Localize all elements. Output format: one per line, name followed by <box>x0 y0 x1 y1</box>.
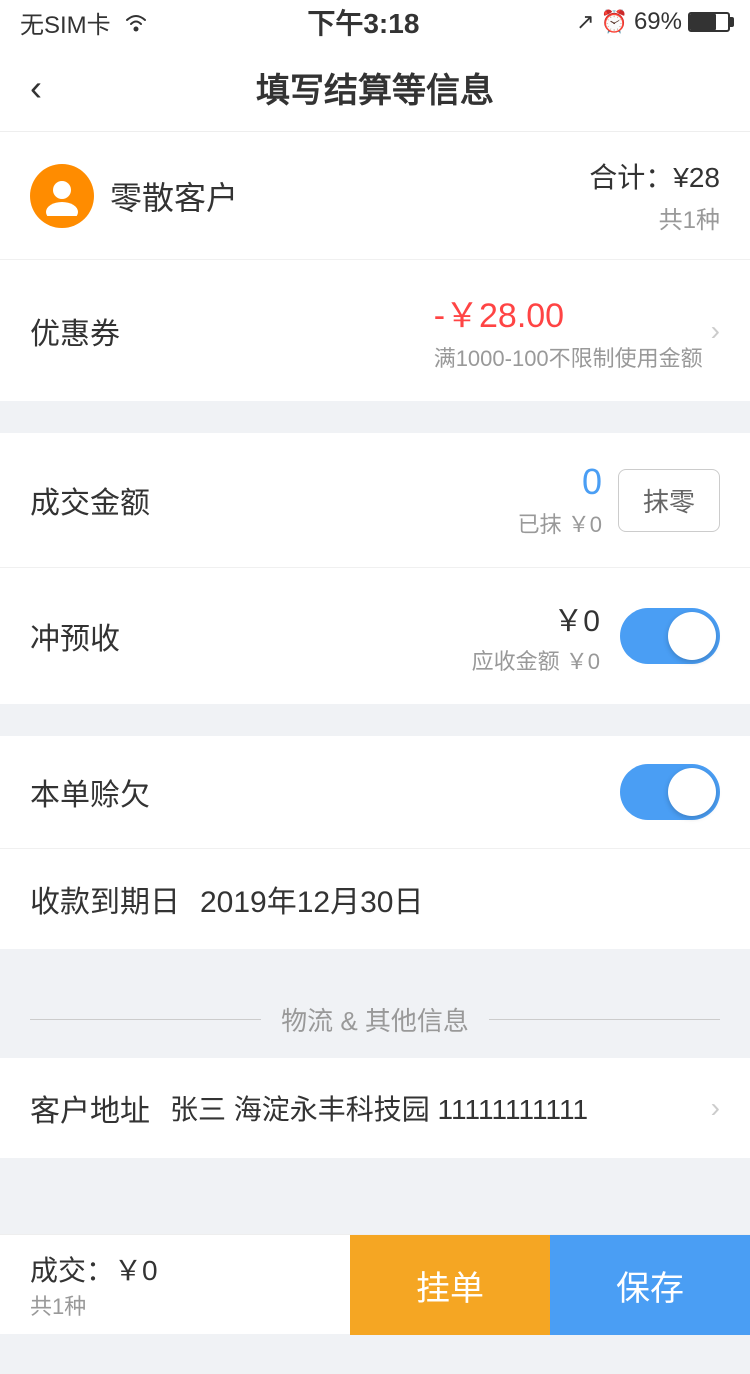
bottom-bar: 成交：￥0 共1种 挂单 保存 <box>0 1234 750 1334</box>
deal-value-wrap: 0 已抹 ￥0 <box>518 461 602 539</box>
toggle-knob <box>668 612 716 660</box>
logistics-divider <box>0 965 750 981</box>
user-icon <box>42 176 82 216</box>
debt-toggle-knob <box>668 768 716 816</box>
logistics-label: 物流 & 其他信息 <box>281 1001 469 1038</box>
customer-row: 零散客户 合计：¥28 共1种 <box>0 132 750 259</box>
hold-button[interactable]: 挂单 <box>350 1235 550 1335</box>
prereceipt-toggle[interactable] <box>620 608 720 664</box>
deal-right: 0 已抹 ￥0 抹零 <box>518 461 720 539</box>
round-down-button[interactable]: 抹零 <box>618 469 720 532</box>
section-divider-2 <box>0 720 750 736</box>
wifi-icon <box>121 11 151 33</box>
logistics-line-right <box>489 1019 720 1020</box>
prereceipt-amount-wrap: ￥0 应收金额 ￥0 <box>472 596 600 676</box>
address-row[interactable]: 客户地址 张三 海淀永丰科技园 11111111111 › <box>0 1058 750 1158</box>
prereceipt-sub: 应收金额 ￥0 <box>472 644 600 676</box>
bottom-count: 共1种 <box>30 1289 350 1321</box>
back-button[interactable]: ‹ <box>30 67 42 109</box>
status-icons: ↗ ⏰ 69% <box>576 8 730 36</box>
battery-icon <box>688 12 730 32</box>
duedate-value: 2019年12月30日 <box>200 877 423 921</box>
deal-amount-label: 成交金额 <box>30 478 150 522</box>
nav-title: 填写结算等信息 <box>256 63 494 112</box>
deal-amount-row: 成交金额 0 已抹 ￥0 抹零 <box>0 433 750 567</box>
logistics-header: 物流 & 其他信息 <box>0 981 750 1058</box>
duedate-label: 收款到期日 <box>30 877 180 921</box>
coupon-desc: 满1000-100不限制使用金额 <box>434 341 703 373</box>
no-sim-text: 无SIM卡 <box>20 5 111 40</box>
address-chevron-icon: › <box>711 1092 720 1124</box>
bottom-deal-label: 成交： <box>30 1255 114 1286</box>
logistics-line-left <box>30 1019 261 1020</box>
customer-section: 零散客户 合计：¥28 共1种 优惠券 -￥28.00 满1000-100不限制… <box>0 132 750 401</box>
coupon-right: -￥28.00 满1000-100不限制使用金额 › <box>434 288 720 373</box>
prereceipt-row: 冲预收 ￥0 应收金额 ￥0 <box>0 567 750 704</box>
prereceipt-amount: ￥0 <box>472 596 600 640</box>
battery-percent: 69% <box>634 8 682 36</box>
deal-value: 0 <box>518 461 602 503</box>
customer-left: 零散客户 <box>30 164 238 228</box>
customer-count: 共1种 <box>589 200 720 235</box>
address-label: 客户地址 <box>30 1086 150 1130</box>
debt-section: 本单赊欠 收款到期日 2019年12月30日 <box>0 736 750 949</box>
debt-toggle[interactable] <box>620 764 720 820</box>
prereceipt-right: ￥0 应收金额 ￥0 <box>472 596 720 676</box>
address-value: 张三 海淀永丰科技园 11111111111 <box>170 1088 711 1128</box>
bottom-deal: 成交：￥0 <box>30 1249 350 1289</box>
customer-avatar <box>30 164 94 228</box>
customer-total: 合计：¥28 <box>589 156 720 196</box>
customer-name: 零散客户 <box>110 173 238 219</box>
nav-bar: ‹ 填写结算等信息 <box>0 44 750 132</box>
bottom-summary: 成交：￥0 共1种 <box>0 1235 350 1334</box>
section-divider-1 <box>0 417 750 433</box>
debt-row: 本单赊欠 <box>0 736 750 848</box>
address-section: 客户地址 张三 海淀永丰科技园 11111111111 › <box>0 1058 750 1158</box>
coupon-label: 优惠券 <box>30 309 120 353</box>
duedate-row: 收款到期日 2019年12月30日 <box>0 848 750 949</box>
bottom-deal-value: ￥0 <box>114 1255 158 1286</box>
prereceipt-label: 冲预收 <box>30 614 120 658</box>
location-icon: ↗ <box>576 9 594 35</box>
coupon-row[interactable]: 优惠券 -￥28.00 满1000-100不限制使用金额 › <box>0 259 750 401</box>
deal-sub: 已抹 ￥0 <box>518 507 602 539</box>
status-signal: 无SIM卡 <box>20 5 151 40</box>
coupon-info: -￥28.00 满1000-100不限制使用金额 <box>434 288 703 373</box>
status-time: 下午3:18 <box>307 2 419 42</box>
debt-label: 本单赊欠 <box>30 770 150 814</box>
chevron-right-icon: › <box>711 315 720 347</box>
status-bar: 无SIM卡 下午3:18 ↗ ⏰ 69% <box>0 0 750 44</box>
deal-section: 成交金额 0 已抹 ￥0 抹零 冲预收 ￥0 应收金额 ￥0 <box>0 433 750 704</box>
alarm-icon: ⏰ <box>601 9 628 35</box>
customer-right: 合计：¥28 共1种 <box>589 156 720 235</box>
save-button[interactable]: 保存 <box>550 1235 750 1335</box>
coupon-amount: -￥28.00 <box>434 288 703 337</box>
